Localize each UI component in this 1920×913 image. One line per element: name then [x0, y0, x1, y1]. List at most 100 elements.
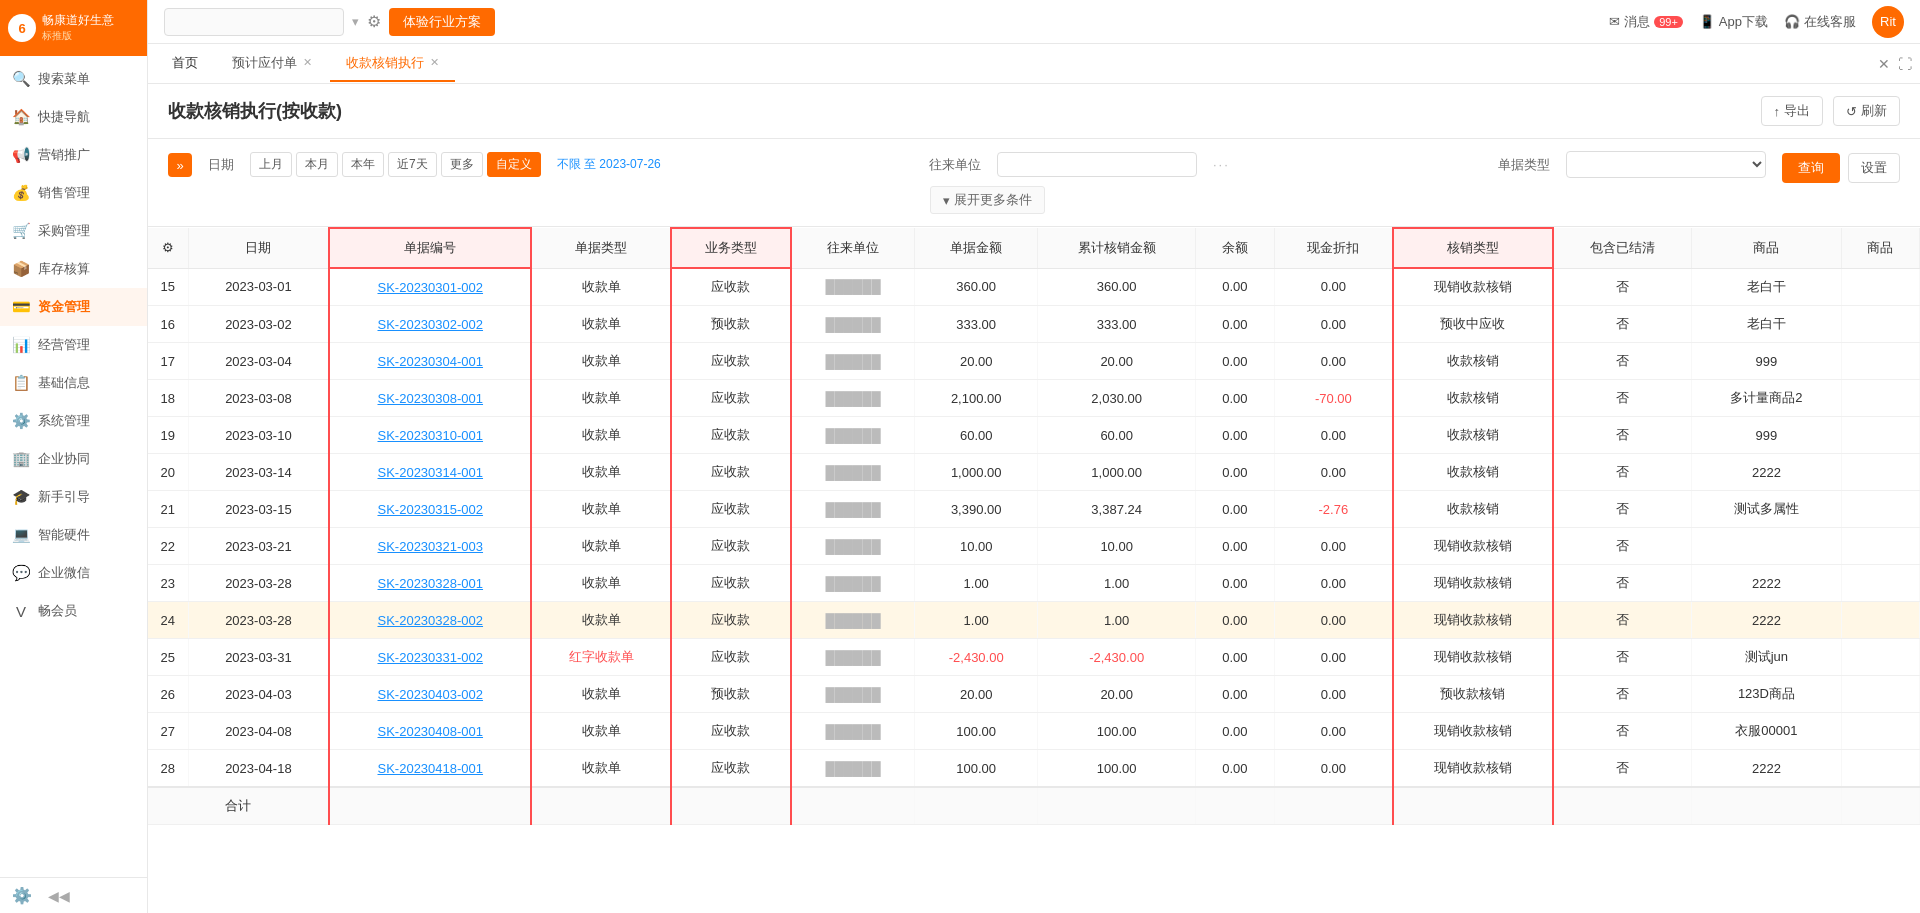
- doc-link[interactable]: SK-20230308-001: [378, 391, 484, 406]
- close-window-btn[interactable]: ✕: [1878, 56, 1890, 72]
- date-btn-more[interactable]: 更多: [441, 152, 483, 177]
- tab-home[interactable]: 首页: [156, 46, 214, 82]
- operations-icon: 📊: [12, 336, 30, 354]
- table-row: 252023-03-31SK-20230331-002红字收款单应收款█████…: [148, 639, 1920, 676]
- tabbar: 首页 预计应付单 ✕ 收款核销执行 ✕ ✕ ⛶: [148, 44, 1920, 84]
- sidebar-item-marketing[interactable]: 📢 营销推广: [0, 136, 147, 174]
- home-icon: 🏠: [12, 108, 30, 126]
- hardware-icon: 💻: [12, 526, 30, 544]
- sidebar-item-purchase[interactable]: 🛒 采购管理: [0, 212, 147, 250]
- sidebar-item-basic[interactable]: 📋 基础信息: [0, 364, 147, 402]
- doc-link[interactable]: SK-20230418-001: [378, 761, 484, 776]
- table-row: 272023-04-08SK-20230408-001收款单应收款██████1…: [148, 713, 1920, 750]
- date-btn-this-year[interactable]: 本年: [342, 152, 384, 177]
- sidebar-item-hardware[interactable]: 💻 智能硬件: [0, 516, 147, 554]
- date-btn-last-month[interactable]: 上月: [250, 152, 292, 177]
- sidebar-item-system[interactable]: ⚙️ 系统管理: [0, 402, 147, 440]
- tab-collection[interactable]: 收款核销执行 ✕: [330, 46, 455, 82]
- purchase-icon: 🛒: [12, 222, 30, 240]
- doc-link[interactable]: SK-20230301-002: [378, 280, 484, 295]
- sidebar-item-enterprise[interactable]: 🏢 企业协同: [0, 440, 147, 478]
- doc-link[interactable]: SK-20230408-001: [378, 724, 484, 739]
- doc-link[interactable]: SK-20230403-002: [378, 687, 484, 702]
- doc-link[interactable]: SK-20230321-003: [378, 539, 484, 554]
- sidebar-item-operations[interactable]: 📊 经营管理: [0, 326, 147, 364]
- sidebar-item-member[interactable]: V 畅会员: [0, 592, 147, 630]
- sidebar-item-wechat[interactable]: 💬 企业微信: [0, 554, 147, 592]
- table-row: 222023-03-21SK-20230321-003收款单应收款██████1…: [148, 528, 1920, 565]
- main-area: ▾ ⚙ 体验行业方案 ✉ 消息 99+ 📱 App下载 🎧 在线客服 Rit: [148, 0, 1920, 913]
- sidebar-item-quick[interactable]: 🏠 快捷导航: [0, 98, 147, 136]
- col-header-partner: 往来单位: [791, 228, 915, 268]
- solution-btn[interactable]: 体验行业方案: [389, 8, 495, 36]
- filter-area: » 日期 上月 本月 本年 近7天 更多 自定义 不限 至 2023-07-26…: [148, 139, 1920, 227]
- partner-input[interactable]: [997, 152, 1197, 177]
- doc-link[interactable]: SK-20230328-002: [378, 613, 484, 628]
- table-row: 202023-03-14SK-20230314-001收款单应收款██████1…: [148, 454, 1920, 491]
- message-btn[interactable]: ✉ 消息 99+: [1609, 13, 1683, 31]
- doc-link[interactable]: SK-20230302-002: [378, 317, 484, 332]
- doc-link[interactable]: SK-20230314-001: [378, 465, 484, 480]
- date-btn-this-month[interactable]: 本月: [296, 152, 338, 177]
- expand-conditions-btn[interactable]: ▾ 展开更多条件: [930, 186, 1045, 214]
- app-download-btn[interactable]: 📱 App下载: [1699, 13, 1768, 31]
- date-btn-7days[interactable]: 近7天: [388, 152, 437, 177]
- topbar: ▾ ⚙ 体验行业方案 ✉ 消息 99+ 📱 App下载 🎧 在线客服 Rit: [148, 0, 1920, 44]
- sidebar-item-guide[interactable]: 🎓 新手引导: [0, 478, 147, 516]
- col-header-settled: 包含已结清: [1553, 228, 1692, 268]
- table-row: 172023-03-04SK-20230304-001收款单应收款██████2…: [148, 343, 1920, 380]
- col-header-goods2: 商品: [1841, 228, 1919, 268]
- sidebar-item-sales[interactable]: 💰 销售管理: [0, 174, 147, 212]
- search-input[interactable]: [164, 8, 344, 36]
- doc-link[interactable]: SK-20230328-001: [378, 576, 484, 591]
- query-btn[interactable]: 查询: [1782, 153, 1840, 183]
- table-row: 152023-03-01SK-20230301-002收款单应收款██████3…: [148, 268, 1920, 306]
- collapse-icon[interactable]: ◀◀: [48, 888, 70, 904]
- gear-icon[interactable]: ⚙: [367, 12, 381, 31]
- sidebar-item-finance[interactable]: 💳 资金管理: [0, 288, 147, 326]
- sidebar-bottom: ⚙️ ◀◀: [0, 877, 147, 913]
- filter-row-1: 日期 上月 本月 本年 近7天 更多 自定义 不限 至 2023-07-26 往…: [208, 151, 1766, 178]
- chevron-down-icon: ▾: [943, 193, 950, 208]
- doc-link[interactable]: SK-20230315-002: [378, 502, 484, 517]
- table-row: 282023-04-18SK-20230418-001收款单应收款██████1…: [148, 750, 1920, 788]
- col-header-amount: 单据金额: [915, 228, 1038, 268]
- refresh-icon: ↺: [1846, 104, 1857, 119]
- col-header-verified: 累计核销金额: [1038, 228, 1196, 268]
- setting-btn[interactable]: 设置: [1848, 153, 1900, 183]
- export-icon: ↑: [1774, 104, 1781, 119]
- guide-icon: 🎓: [12, 488, 30, 506]
- doc-type-select[interactable]: [1566, 151, 1766, 178]
- inventory-icon: 📦: [12, 260, 30, 278]
- filter-toggle-btn[interactable]: »: [168, 153, 192, 177]
- marketing-icon: 📢: [12, 146, 30, 164]
- export-btn[interactable]: ↑ 导出: [1761, 96, 1824, 126]
- online-service-btn[interactable]: 🎧 在线客服: [1784, 13, 1856, 31]
- table-container: ⚙ 日期 单据编号 单据类型 业务类型 往来单位 单据金额 累计核销金额 余额 …: [148, 227, 1920, 913]
- tab-pending-close[interactable]: ✕: [303, 56, 312, 69]
- doc-link[interactable]: SK-20230331-002: [378, 650, 484, 665]
- footer-label: 合计: [148, 787, 329, 825]
- tab-collection-close[interactable]: ✕: [430, 56, 439, 69]
- sidebar-item-inventory[interactable]: 📦 库存核算: [0, 250, 147, 288]
- finance-icon: 💳: [12, 298, 30, 316]
- settings-icon[interactable]: ⚙️: [12, 886, 32, 905]
- date-btn-custom[interactable]: 自定义: [487, 152, 541, 177]
- table-row: 242023-03-28SK-20230328-002收款单应收款██████1…: [148, 602, 1920, 639]
- col-header-biztype: 业务类型: [671, 228, 791, 268]
- tab-pending[interactable]: 预计应付单 ✕: [216, 46, 328, 82]
- maximize-btn[interactable]: ⛶: [1898, 56, 1912, 72]
- col-header-date: 日期: [188, 228, 329, 268]
- doc-link[interactable]: SK-20230304-001: [378, 354, 484, 369]
- page-content: 收款核销执行(按收款) ↑ 导出 ↺ 刷新 » 日期: [148, 84, 1920, 913]
- sidebar-item-search[interactable]: 🔍 搜索菜单: [0, 60, 147, 98]
- basic-icon: 📋: [12, 374, 30, 392]
- user-avatar[interactable]: Rit: [1872, 6, 1904, 38]
- refresh-btn[interactable]: ↺ 刷新: [1833, 96, 1900, 126]
- sidebar-menu: 🔍 搜索菜单 🏠 快捷导航 📢 营销推广 💰 销售管理 🛒 采购管理 📦 库存核…: [0, 56, 147, 877]
- table-row: 232023-03-28SK-20230328-001收款单应收款██████1…: [148, 565, 1920, 602]
- col-header-nuketype: 核销类型: [1393, 228, 1553, 268]
- table-row: 182023-03-08SK-20230308-001收款单应收款██████2…: [148, 380, 1920, 417]
- col-header-doctype: 单据类型: [531, 228, 671, 268]
- doc-link[interactable]: SK-20230310-001: [378, 428, 484, 443]
